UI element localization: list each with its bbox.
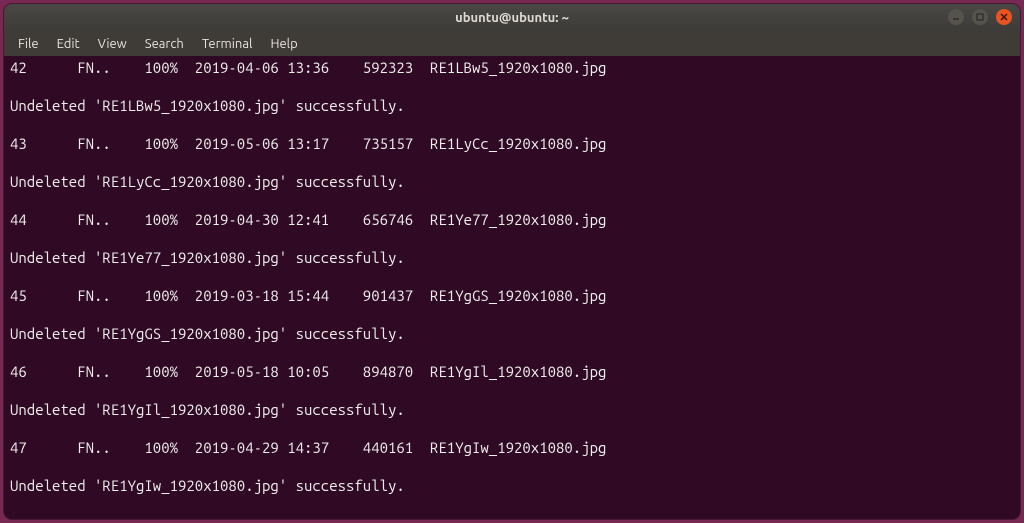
menu-item-edit[interactable]: Edit — [49, 35, 88, 53]
undeleted-message: Undeleted 'RE1YgIl_1920x1080.jpg' succes… — [10, 400, 1014, 419]
undeleted-message: Undeleted 'RE1YgIw_1920x1080.jpg' succes… — [10, 476, 1014, 495]
file-entry: 46 FN.. 100% 2019-05-18 10:05 894870 RE1… — [10, 362, 1014, 381]
file-entry: 43 FN.. 100% 2019-05-06 13:17 735157 RE1… — [10, 134, 1014, 153]
file-entry: 44 FN.. 100% 2019-04-30 12:41 656746 RE1… — [10, 210, 1014, 229]
terminal-window: ubuntu@ubuntu: ~ FileEditViewSearchTermi… — [4, 4, 1020, 519]
file-entry: 47 FN.. 100% 2019-04-29 14:37 440161 RE1… — [10, 438, 1014, 457]
close-button[interactable] — [996, 9, 1012, 25]
menu-item-terminal[interactable]: Terminal — [194, 35, 261, 53]
titlebar: ubuntu@ubuntu: ~ — [4, 4, 1020, 32]
undeleted-message: Undeleted 'RE1YgGS_1920x1080.jpg' succes… — [10, 324, 1014, 343]
undeleted-message: Undeleted 'RE1LBw5_1920x1080.jpg' succes… — [10, 96, 1014, 115]
maximize-button[interactable] — [972, 9, 988, 25]
window-controls — [948, 9, 1012, 25]
menubar: FileEditViewSearchTerminalHelp — [4, 32, 1020, 56]
menu-item-file[interactable]: File — [10, 35, 47, 53]
menu-item-search[interactable]: Search — [137, 35, 192, 53]
minimize-button[interactable] — [948, 9, 964, 25]
menu-item-view[interactable]: View — [90, 35, 135, 53]
file-entry: 45 FN.. 100% 2019-03-18 15:44 901437 RE1… — [10, 286, 1014, 305]
file-entry: 42 FN.. 100% 2019-04-06 13:36 592323 RE1… — [10, 58, 1014, 77]
undeleted-message: Undeleted 'RE1Ye77_1920x1080.jpg' succes… — [10, 248, 1014, 267]
undeleted-message: Undeleted 'RE1LyCc_1920x1080.jpg' succes… — [10, 172, 1014, 191]
window-title: ubuntu@ubuntu: ~ — [455, 11, 569, 25]
terminal-output[interactable]: 42 FN.. 100% 2019-04-06 13:36 592323 RE1… — [4, 56, 1020, 519]
menu-item-help[interactable]: Help — [262, 35, 305, 53]
